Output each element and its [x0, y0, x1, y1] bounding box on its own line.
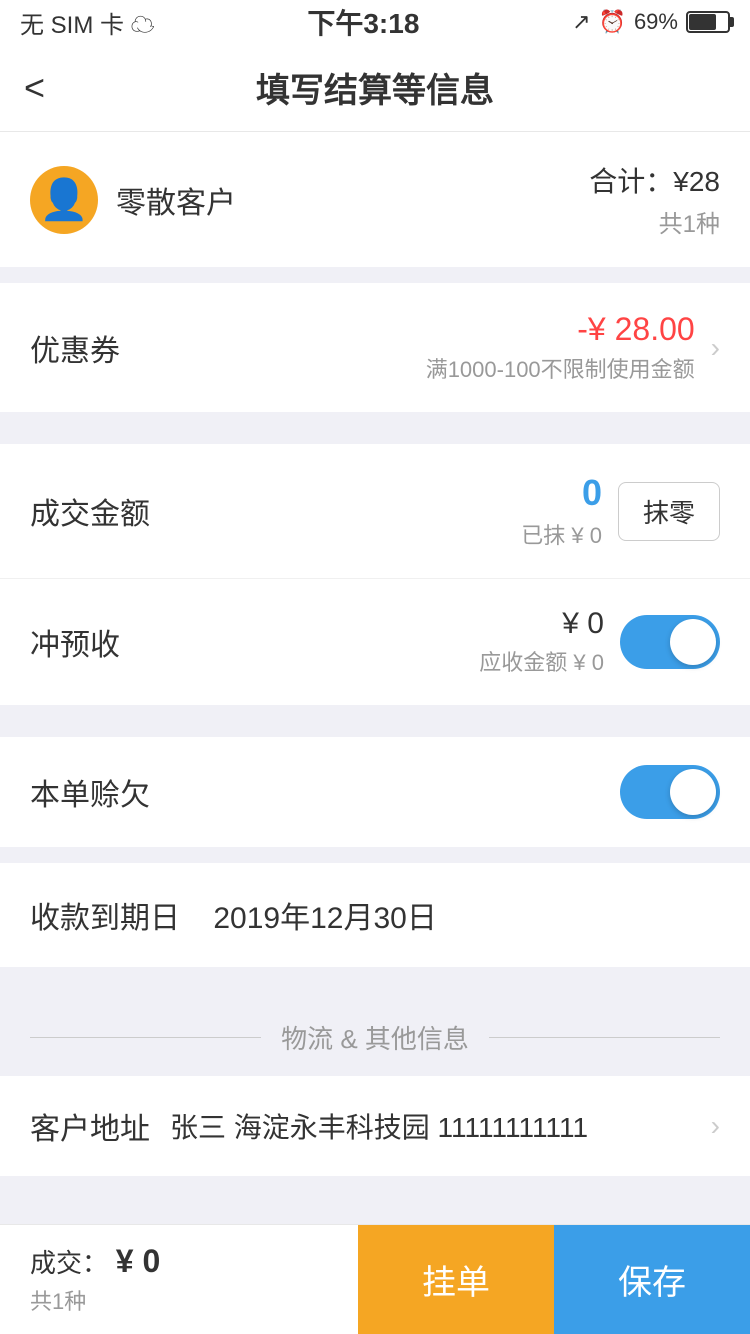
customer-total: 合计：¥28	[589, 160, 720, 200]
save-button[interactable]: 保存	[554, 1225, 750, 1334]
back-button[interactable]: <	[24, 67, 45, 109]
debt-toggle[interactable]	[620, 765, 720, 819]
round-zero-button[interactable]: 抹零	[618, 482, 720, 541]
prepayment-right: ¥ 0 应收金额 ¥ 0	[479, 607, 720, 677]
address-section: 客户地址 张三 海淀永丰科技园 11111111111 ›	[0, 1076, 750, 1176]
transaction-section: 成交金额 0 已抹 ¥ 0 抹零 冲预收 ¥ 0 应收金额 ¥ 0	[0, 444, 750, 705]
divider-line-right	[489, 1037, 720, 1038]
divider-line-left	[30, 1037, 261, 1038]
address-row[interactable]: 客户地址 张三 海淀永丰科技园 11111111111 ›	[0, 1076, 750, 1176]
logistics-divider: 物流 & 其他信息	[0, 999, 750, 1076]
status-left: 无 SIM 卡 ☁	[20, 5, 155, 40]
sim-label: 无 SIM 卡 ☁	[20, 5, 155, 40]
prepayment-sub: 应收金额 ¥ 0	[479, 645, 604, 677]
due-date-section: 收款到期日 2019年12月30日	[0, 863, 750, 967]
coupon-value-block: -¥ 28.00 满1000-100不限制使用金额	[426, 311, 695, 384]
battery-percent: 69%	[634, 9, 678, 35]
bottom-deal-line: 成交： ¥ 0	[30, 1243, 328, 1280]
status-time: 下午3:18	[307, 2, 419, 42]
customer-name: 零散客户	[116, 178, 236, 222]
coupon-desc: 满1000-100不限制使用金额	[426, 352, 695, 384]
avatar-icon: 👤	[39, 176, 89, 223]
debt-section: 本单赊欠	[0, 737, 750, 847]
pending-button[interactable]: 挂单	[358, 1225, 554, 1334]
customer-section: 👤 零散客户 合计：¥28 共1种	[0, 132, 750, 267]
transaction-right: 0 已抹 ¥ 0 抹零	[521, 472, 720, 550]
page-title: 填写结算等信息	[256, 63, 494, 112]
coupon-label: 优惠券	[30, 326, 120, 370]
status-bar: 无 SIM 卡 ☁ 下午3:18 ↗ ⏰ 69%	[0, 0, 750, 44]
battery-icon	[686, 11, 730, 33]
coupon-section: 优惠券 -¥ 28.00 满1000-100不限制使用金额 ›	[0, 283, 750, 412]
debt-label: 本单赊欠	[30, 770, 150, 814]
coupon-chevron-icon: ›	[711, 332, 720, 364]
customer-count: 共1种	[589, 204, 720, 239]
transaction-value-block: 0 已抹 ¥ 0	[521, 472, 602, 550]
transaction-row: 成交金额 0 已抹 ¥ 0 抹零	[0, 444, 750, 579]
address-value: 张三 海淀永丰科技园 11111111111	[170, 1106, 711, 1146]
bottom-bar: 成交： ¥ 0 共1种 挂单 保存	[0, 1224, 750, 1334]
prepayment-label: 冲预收	[30, 620, 120, 664]
debt-toggle-knob	[670, 769, 716, 815]
bottom-deal-amount: ¥ 0	[116, 1243, 160, 1279]
due-date-text: 收款到期日 2019年12月30日	[30, 902, 437, 935]
section-divider-1	[0, 428, 750, 444]
section-divider-2	[0, 721, 750, 737]
customer-left: 👤 零散客户	[30, 166, 236, 234]
prepayment-amount: ¥ 0	[479, 607, 604, 641]
status-right: ↗ ⏰ 69%	[572, 9, 730, 35]
prepayment-toggle[interactable]	[620, 615, 720, 669]
alarm-icon: ⏰	[599, 9, 626, 35]
due-date-label: 收款到期日	[30, 902, 180, 935]
customer-right: 合计：¥28 共1种	[589, 160, 720, 239]
bottom-deal-label: 成交：	[30, 1248, 108, 1278]
prepayment-row: 冲预收 ¥ 0 应收金额 ¥ 0	[0, 579, 750, 705]
coupon-right: -¥ 28.00 满1000-100不限制使用金额 ›	[426, 311, 720, 384]
location-icon: ↗	[572, 9, 590, 35]
bottom-info: 成交： ¥ 0 共1种	[0, 1243, 358, 1316]
nav-bar: < 填写结算等信息	[0, 44, 750, 132]
logistics-label: 物流 & 其他信息	[281, 1019, 469, 1056]
coupon-row[interactable]: 优惠券 -¥ 28.00 满1000-100不限制使用金额 ›	[0, 283, 750, 412]
section-divider-3	[0, 983, 750, 999]
debt-right	[620, 765, 720, 819]
transaction-label: 成交金额	[30, 489, 150, 533]
debt-row: 本单赊欠	[0, 737, 750, 847]
address-chevron-icon: ›	[711, 1110, 720, 1142]
bottom-count: 共1种	[30, 1284, 328, 1316]
address-label: 客户地址	[30, 1104, 150, 1148]
customer-avatar: 👤	[30, 166, 98, 234]
prepayment-value-block: ¥ 0 应收金额 ¥ 0	[479, 607, 604, 677]
transaction-sub: 已抹 ¥ 0	[521, 518, 602, 550]
due-date-value: 2019年12月30日	[213, 902, 436, 935]
coupon-amount: -¥ 28.00	[426, 311, 695, 348]
transaction-amount: 0	[521, 472, 602, 514]
content: 👤 零散客户 合计：¥28 共1种 优惠券 -¥ 28.00 满1000-100…	[0, 132, 750, 1312]
toggle-knob	[670, 619, 716, 665]
